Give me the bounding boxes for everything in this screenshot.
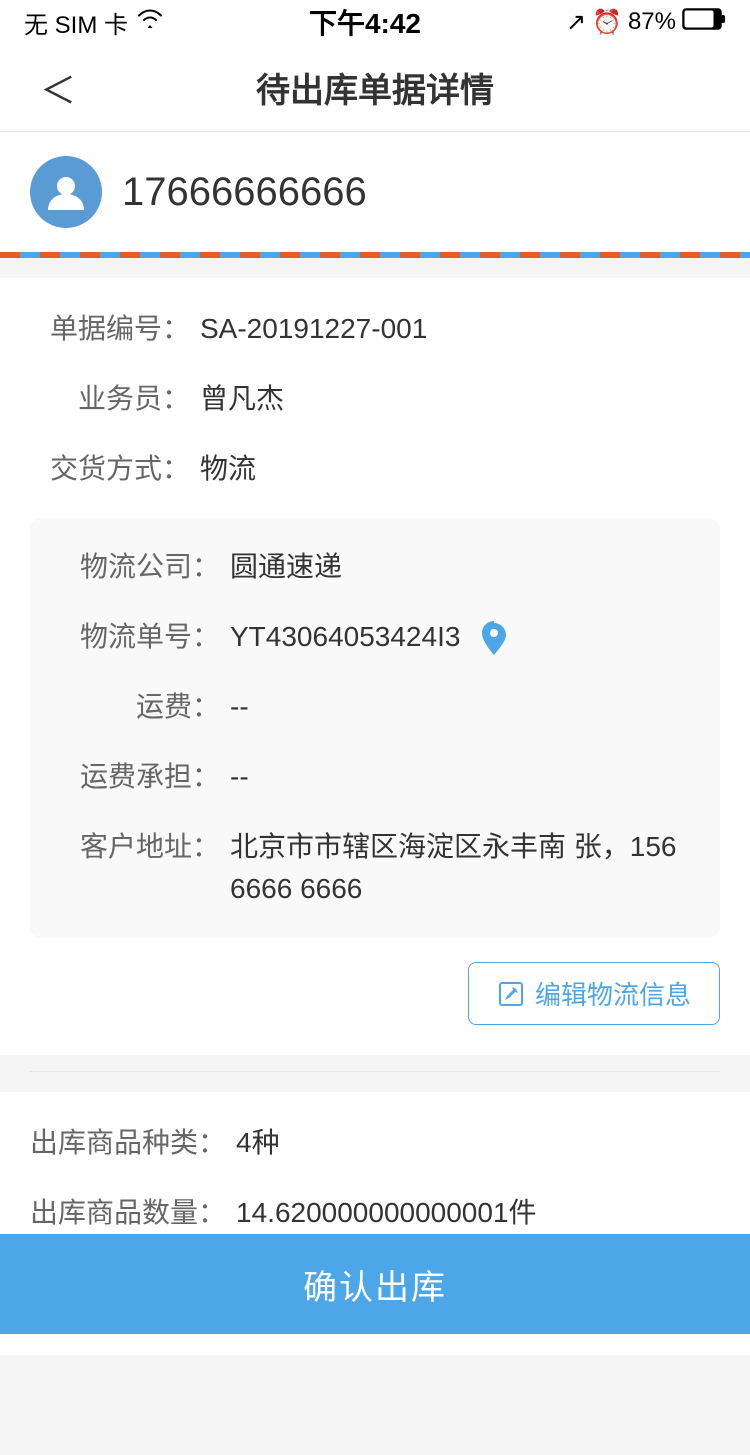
carrier-label: 无 SIM 卡	[24, 5, 128, 40]
decorative-divider	[0, 252, 750, 258]
alarm-icon: ⏰	[592, 8, 622, 37]
avatar	[30, 156, 102, 228]
location-pin-icon[interactable]	[476, 619, 512, 655]
tracking-no-label: 物流单号：	[60, 616, 220, 658]
order-no-value: SA-20191227-001	[200, 308, 720, 350]
freight-row: 运费： --	[60, 686, 690, 728]
salesman-label: 业务员：	[30, 378, 190, 420]
freight-bearer-label: 运费承担：	[60, 756, 220, 798]
goods-quantity-value: 14.620000000000001件	[236, 1192, 720, 1234]
freight-bearer-value: --	[230, 756, 690, 798]
nav-bar: ＜ 待出库单据详情	[0, 44, 750, 132]
divider-line	[30, 1071, 720, 1072]
goods-quantity-row: 出库商品数量： 14.620000000000001件	[30, 1192, 720, 1234]
status-bar: 无 SIM 卡 下午4:42 ↗ ⏰ 87%	[0, 0, 750, 44]
address-row: 客户地址： 北京市市辖区海淀区永丰南 张，156 6666 6666	[60, 826, 690, 910]
goods-types-value: 4种	[236, 1122, 720, 1164]
freight-value: --	[230, 686, 690, 728]
delivery-type-value: 物流	[200, 448, 720, 490]
delivery-type-row: 交货方式： 物流	[30, 448, 720, 490]
tracking-no-row: 物流单号： YT43064053424I3	[60, 616, 690, 658]
order-info-section: 单据编号： SA-20191227-001 业务员： 曾凡杰 交货方式： 物流 …	[0, 278, 750, 1055]
delivery-type-label: 交货方式：	[30, 448, 190, 490]
battery-icon	[682, 8, 726, 37]
location-icon: ↗	[566, 8, 586, 37]
logistics-company-label: 物流公司：	[60, 546, 220, 588]
back-button[interactable]: ＜	[30, 52, 86, 124]
section-separator	[0, 1055, 750, 1071]
battery-label: 87%	[628, 8, 676, 36]
page-title: 待出库单据详情	[256, 63, 494, 112]
edit-logistics-label: 编辑物流信息	[535, 975, 691, 1012]
edit-logistics-button[interactable]: 编辑物流信息	[468, 962, 720, 1025]
logistics-company-value: 圆通速递	[230, 546, 690, 588]
wifi-icon	[136, 8, 164, 36]
freight-bearer-row: 运费承担： --	[60, 756, 690, 798]
status-right: ↗ ⏰ 87%	[566, 8, 726, 37]
logistics-company-row: 物流公司： 圆通速递	[60, 546, 690, 588]
edit-logistics-button-container: 编辑物流信息	[30, 962, 720, 1025]
salesman-value: 曾凡杰	[200, 378, 720, 420]
freight-label: 运费：	[60, 686, 220, 728]
customer-phone: 17666666666	[122, 170, 367, 215]
order-no-row: 单据编号： SA-20191227-001	[30, 308, 720, 350]
order-no-label: 单据编号：	[30, 308, 190, 350]
salesman-row: 业务员： 曾凡杰	[30, 378, 720, 420]
address-value: 北京市市辖区海淀区永丰南 张，156 6666 6666	[230, 826, 690, 910]
status-left: 无 SIM 卡	[24, 5, 164, 40]
status-time: 下午4:42	[309, 2, 421, 42]
address-label: 客户地址：	[60, 826, 220, 868]
customer-header: 17666666666	[0, 132, 750, 252]
confirm-button[interactable]: 确认出库	[303, 1260, 447, 1309]
goods-quantity-label: 出库商品数量：	[30, 1192, 226, 1234]
logistics-card: 物流公司： 圆通速递 物流单号： YT43064053424I3 运费：	[30, 518, 720, 938]
goods-types-row: 出库商品种类： 4种	[30, 1122, 720, 1164]
goods-types-label: 出库商品种类：	[30, 1122, 226, 1164]
tracking-no-value: YT43064053424I3	[230, 616, 690, 658]
bottom-confirm-area: 确认出库	[0, 1234, 750, 1334]
